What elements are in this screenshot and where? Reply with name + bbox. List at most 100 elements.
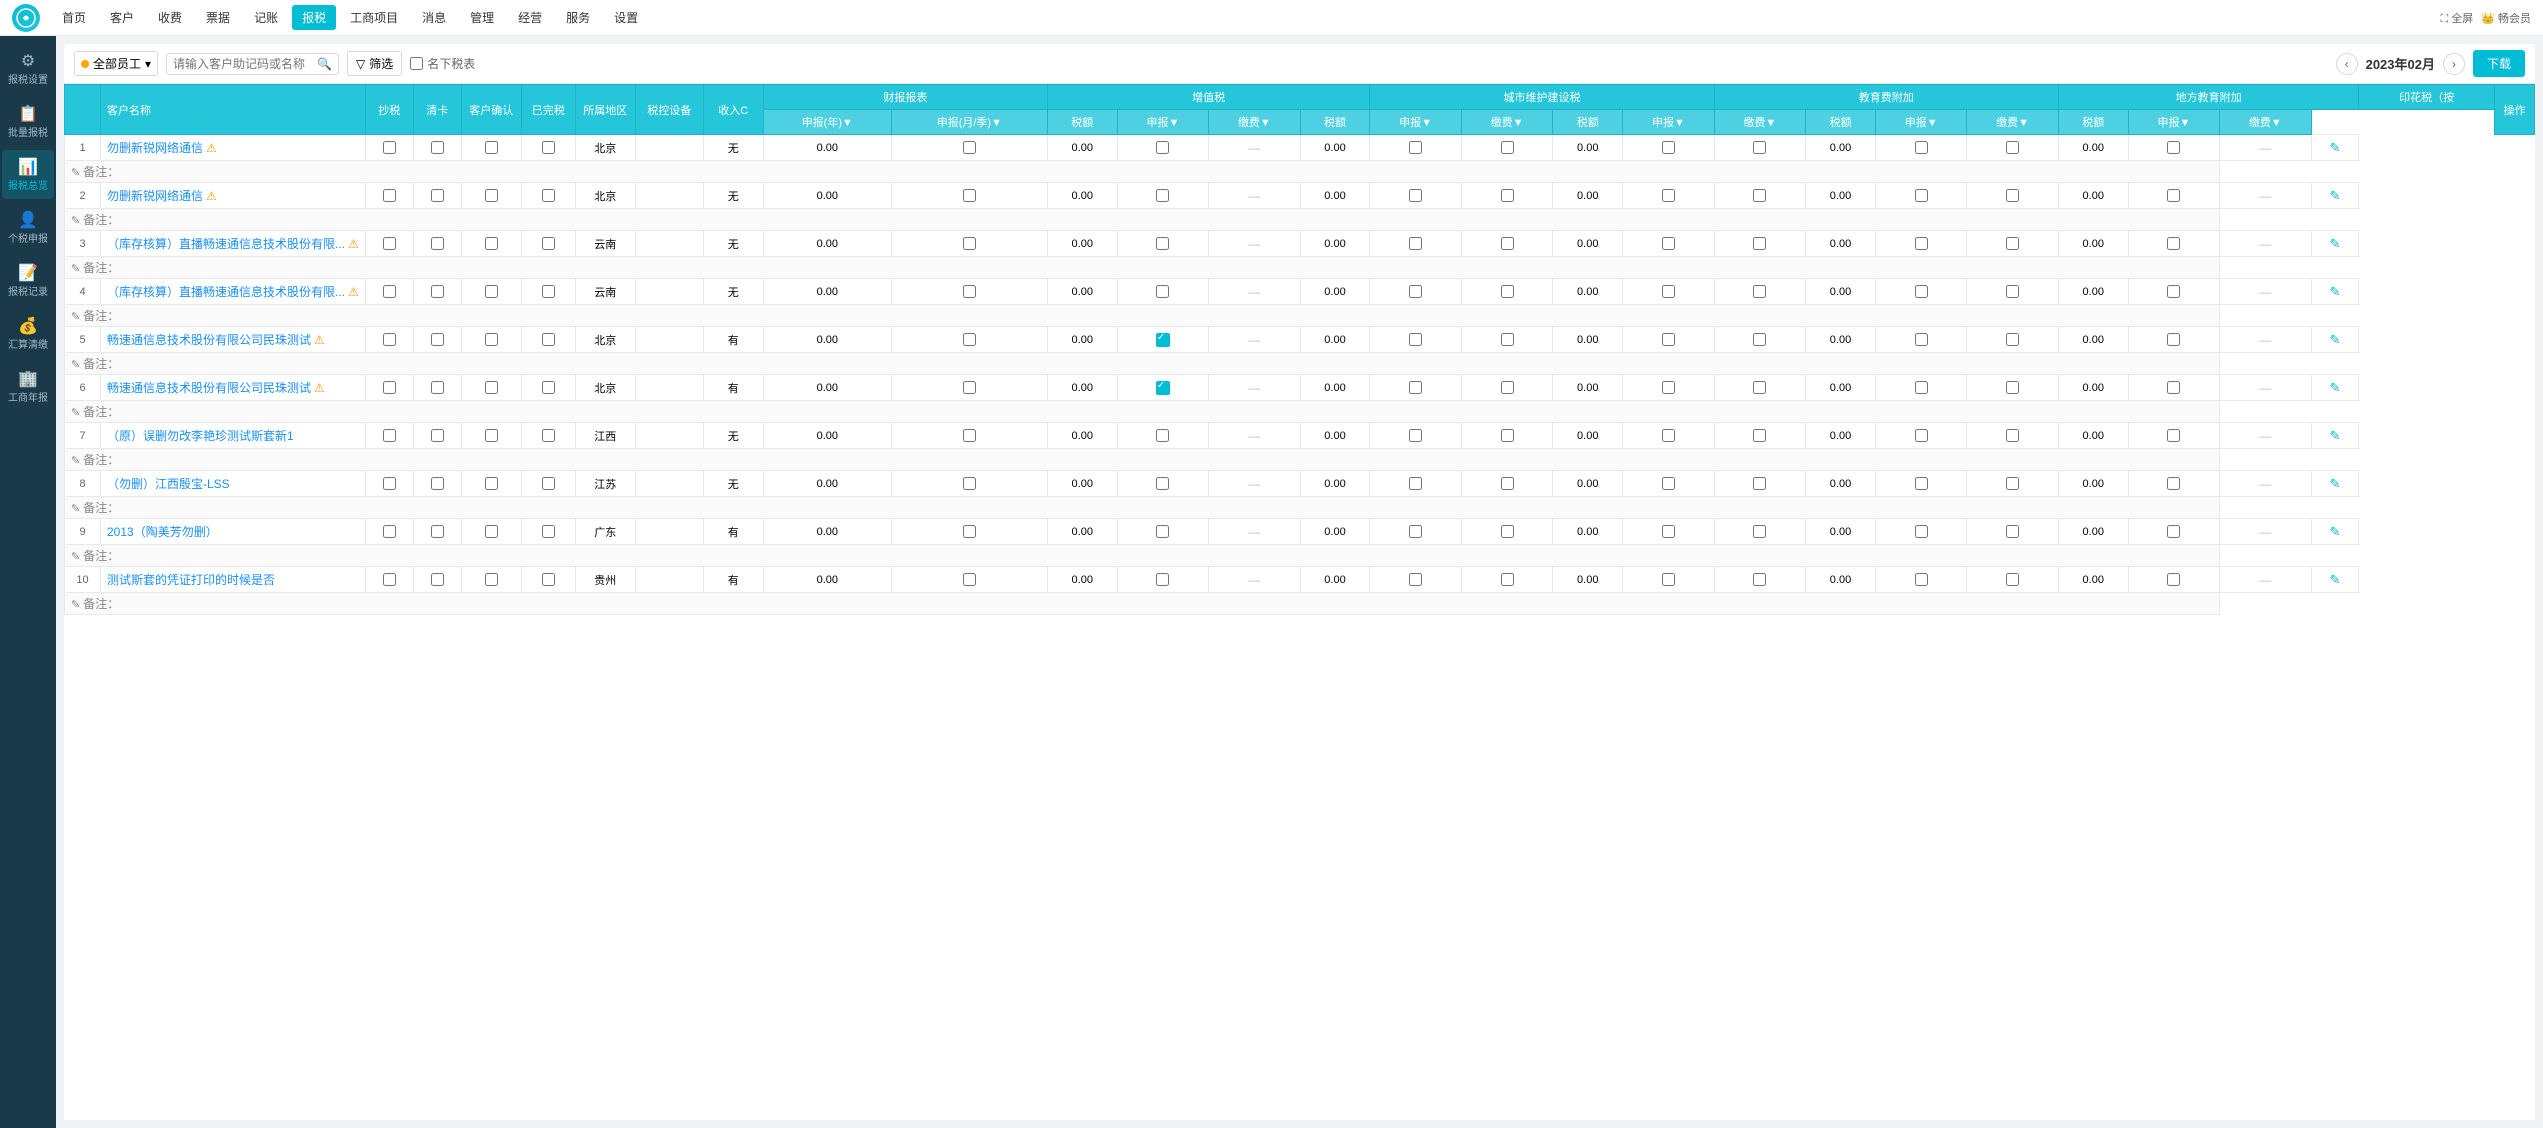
sidebar-item-tax-records[interactable]: 📝 报税记录: [2, 256, 54, 305]
checkbox[interactable]: [2167, 285, 2180, 298]
checkbox[interactable]: [1915, 333, 1928, 346]
checkbox[interactable]: [542, 237, 555, 250]
checkbox[interactable]: [485, 189, 498, 202]
company-name-link[interactable]: （库存核算）直播畅速通信息技术股份有限...: [107, 285, 345, 299]
edit-icon[interactable]: ✎: [2330, 236, 2341, 251]
checkbox[interactable]: [1409, 141, 1422, 154]
company-name-link[interactable]: 测试斯套的凭证打印的时候是否: [107, 573, 275, 587]
search-input[interactable]: [173, 57, 313, 71]
checkbox[interactable]: [485, 477, 498, 490]
nav-bookkeeping[interactable]: 记账: [244, 5, 288, 30]
edit-icon[interactable]: ✎: [2330, 428, 2341, 443]
checkbox[interactable]: [431, 285, 444, 298]
edit-icon[interactable]: ✎: [2330, 188, 2341, 203]
checkbox[interactable]: [1409, 429, 1422, 442]
col-city-pay-header[interactable]: 缴费▼: [1461, 110, 1552, 135]
col-local-pay-header[interactable]: 缴费▼: [1967, 110, 2058, 135]
checkbox[interactable]: [2006, 525, 2019, 538]
checkbox[interactable]: [485, 525, 498, 538]
checkbox[interactable]: [2167, 525, 2180, 538]
checkbox[interactable]: [1662, 477, 1675, 490]
checkbox[interactable]: [485, 381, 498, 394]
checkbox[interactable]: [542, 381, 555, 394]
edit-icon[interactable]: ✎: [2330, 572, 2341, 587]
checkbox[interactable]: [2167, 477, 2180, 490]
checkbox[interactable]: [1501, 333, 1514, 346]
checkbox[interactable]: [542, 429, 555, 442]
sidebar-item-annual-report[interactable]: 🏢 工商年报: [2, 362, 54, 411]
checked-checkbox[interactable]: [1156, 333, 1170, 347]
checkbox[interactable]: [2167, 141, 2180, 154]
company-name-link[interactable]: 勿删新锐网络通信: [107, 141, 203, 155]
checkbox[interactable]: [1915, 237, 1928, 250]
nav-settings[interactable]: 设置: [604, 5, 648, 30]
checkbox[interactable]: [1156, 141, 1169, 154]
checkbox[interactable]: [431, 429, 444, 442]
checkbox[interactable]: [1915, 141, 1928, 154]
note-edit-icon[interactable]: ✎: [71, 215, 80, 227]
sidebar-item-personal-tax[interactable]: 👤 个税申报: [2, 203, 54, 252]
checkbox[interactable]: [1662, 285, 1675, 298]
checkbox[interactable]: [1501, 573, 1514, 586]
col-monthly-report-header[interactable]: 申报(月/季)▼: [891, 110, 1047, 135]
prev-month-button[interactable]: ‹: [2336, 53, 2358, 75]
col-vat-declare-header[interactable]: 申报▼: [1117, 110, 1208, 135]
edit-icon[interactable]: ✎: [2330, 380, 2341, 395]
sidebar-item-tax-overview[interactable]: 📊 报税总览: [2, 150, 54, 199]
checkbox[interactable]: [1156, 477, 1169, 490]
checkbox[interactable]: [383, 573, 396, 586]
checkbox[interactable]: [383, 237, 396, 250]
note-edit-icon[interactable]: ✎: [71, 455, 80, 467]
edit-icon[interactable]: ✎: [2330, 332, 2341, 347]
checkbox[interactable]: [1501, 429, 1514, 442]
checkbox[interactable]: [1915, 381, 1928, 394]
checkbox[interactable]: [485, 285, 498, 298]
checkbox[interactable]: [1156, 525, 1169, 538]
member-btn[interactable]: 👑 畅会员: [2481, 10, 2531, 26]
col-local-declare-header[interactable]: 申报▼: [1875, 110, 1966, 135]
checkbox[interactable]: [1915, 573, 1928, 586]
checkbox[interactable]: [383, 333, 396, 346]
checkbox[interactable]: [2006, 573, 2019, 586]
checkbox[interactable]: [2006, 237, 2019, 250]
nav-home[interactable]: 首页: [52, 5, 96, 30]
checkbox[interactable]: [1156, 285, 1169, 298]
checkbox[interactable]: [383, 429, 396, 442]
checkbox[interactable]: [1662, 189, 1675, 202]
checkbox[interactable]: [963, 429, 976, 442]
checkbox[interactable]: [2167, 429, 2180, 442]
checkbox[interactable]: [1409, 573, 1422, 586]
checkbox[interactable]: [485, 237, 498, 250]
edit-icon[interactable]: ✎: [2330, 140, 2341, 155]
checkbox[interactable]: [1156, 573, 1169, 586]
checkbox[interactable]: [1501, 477, 1514, 490]
checkbox[interactable]: [542, 285, 555, 298]
checkbox[interactable]: [431, 141, 444, 154]
filter-button[interactable]: ▽ 筛选: [347, 51, 402, 76]
sidebar-item-tax-settings[interactable]: ⚙ 报税设置: [2, 44, 54, 93]
checkbox[interactable]: [383, 189, 396, 202]
checkbox[interactable]: [963, 141, 976, 154]
checkbox[interactable]: [963, 477, 976, 490]
checkbox[interactable]: [1753, 381, 1766, 394]
checkbox[interactable]: [1915, 189, 1928, 202]
checkbox[interactable]: [431, 237, 444, 250]
checkbox[interactable]: [1753, 237, 1766, 250]
checkbox[interactable]: [1409, 333, 1422, 346]
note-edit-icon[interactable]: ✎: [71, 311, 80, 323]
checkbox[interactable]: [2006, 333, 2019, 346]
checkbox[interactable]: [542, 189, 555, 202]
col-edu-declare-header[interactable]: 申报▼: [1623, 110, 1714, 135]
checkbox[interactable]: [963, 285, 976, 298]
checkbox[interactable]: [1156, 429, 1169, 442]
checkbox[interactable]: [2006, 429, 2019, 442]
nav-operation[interactable]: 经营: [508, 5, 552, 30]
checkbox[interactable]: [963, 573, 976, 586]
edit-icon[interactable]: ✎: [2330, 524, 2341, 539]
nav-tax[interactable]: 报税: [292, 5, 336, 30]
checkbox[interactable]: [542, 573, 555, 586]
checkbox[interactable]: [1915, 285, 1928, 298]
company-name-link[interactable]: 畅速通信息技术股份有限公司民珠测试: [107, 333, 311, 347]
download-button[interactable]: 下载: [2473, 50, 2525, 77]
checkbox[interactable]: [2006, 477, 2019, 490]
